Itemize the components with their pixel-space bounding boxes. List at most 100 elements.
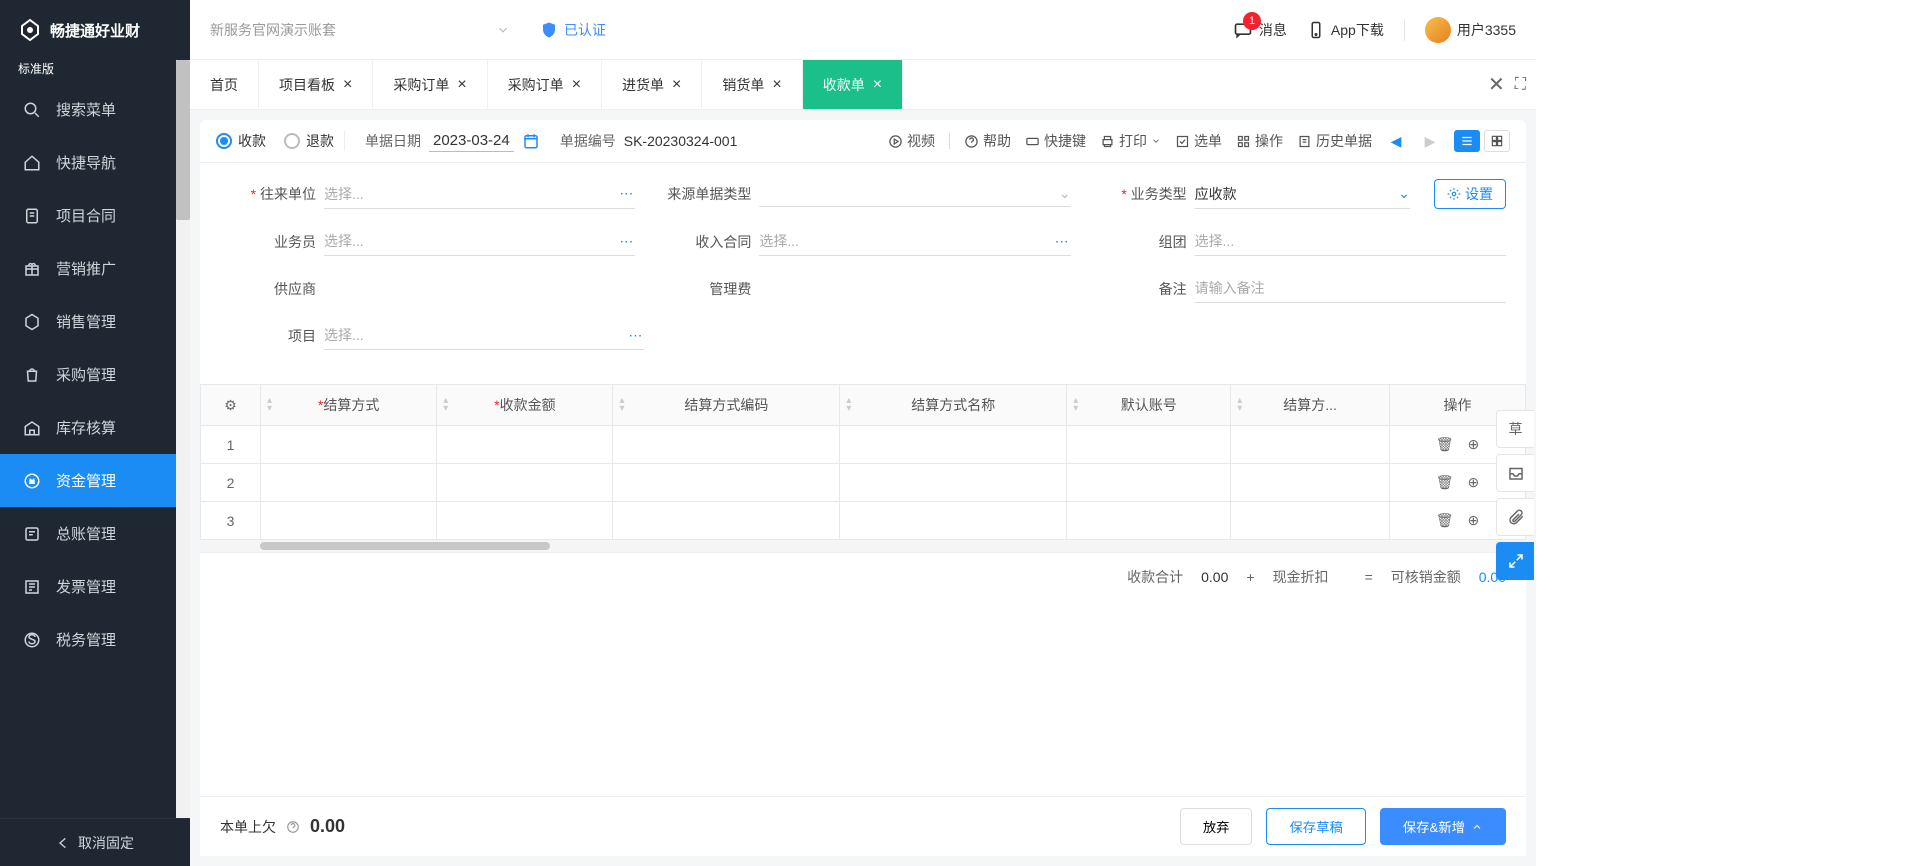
date-input[interactable]: 2023-03-24 xyxy=(429,130,514,152)
group-input[interactable]: 选择... xyxy=(1195,227,1506,256)
sidebar-item-search[interactable]: 搜索菜单 xyxy=(0,83,190,136)
project-input[interactable]: 选择...⋯ xyxy=(324,321,644,350)
home-icon xyxy=(22,153,42,173)
sidebar-item-inventory[interactable]: 库存核算 xyxy=(0,401,190,454)
mgmt-fee-input[interactable] xyxy=(759,276,1070,302)
sidebar-scrollbar[interactable] xyxy=(176,60,190,818)
salesman-input[interactable]: 选择...⋯ xyxy=(324,227,635,256)
source-type-label: 来源单据类型 xyxy=(655,184,751,204)
col-settlement-name[interactable]: ▴▾结算方式名称 xyxy=(840,385,1067,426)
dock-fullscreen[interactable] xyxy=(1496,542,1534,580)
radio-receive[interactable]: 收款 xyxy=(216,131,266,151)
tool-select[interactable]: 选单 xyxy=(1175,131,1222,151)
document-header: 收款 退款 单据日期 2023-03-24 单据编号 SK-20230324-0… xyxy=(200,120,1526,163)
close-icon[interactable]: × xyxy=(672,76,681,94)
supplier-input[interactable] xyxy=(324,276,635,302)
tool-video[interactable]: 视频 xyxy=(888,131,935,151)
topbar: 新服务官网演示账套 已认证 1 消息 App下载 xyxy=(190,0,1536,60)
tool-help[interactable]: 帮助 xyxy=(964,131,1011,151)
tool-operate[interactable]: 操作 xyxy=(1236,131,1283,151)
add-icon[interactable]: ⊕ xyxy=(1468,474,1480,491)
expand-icon xyxy=(1507,552,1525,570)
tab-purchase-order-2[interactable]: 采购订单× xyxy=(488,60,602,109)
dock-inbox[interactable] xyxy=(1496,454,1534,492)
code-value: SK-20230324-001 xyxy=(624,133,738,149)
sidebar-item-quicknav[interactable]: 快捷导航 xyxy=(0,136,190,189)
sidebar-item-ledger[interactable]: 总账管理 xyxy=(0,507,190,560)
tab-home[interactable]: 首页 xyxy=(190,60,259,109)
view-list[interactable] xyxy=(1454,130,1480,152)
remark-label: 备注 xyxy=(1091,279,1187,299)
save-new-button[interactable]: 保存&新增 xyxy=(1380,808,1506,845)
col-settlement-method[interactable]: ▴▾*结算方式 xyxy=(261,385,437,426)
sidebar-item-purchase[interactable]: 采购管理 xyxy=(0,348,190,401)
close-icon[interactable]: × xyxy=(873,76,882,94)
col-settlement-extra[interactable]: ▴▾结算方... xyxy=(1231,385,1390,426)
partner-input[interactable]: 选择...⋯ xyxy=(324,180,635,209)
chevron-down-icon: ⌄ xyxy=(1059,185,1071,202)
horizontal-scrollbar[interactable] xyxy=(200,540,1526,552)
logo-icon xyxy=(18,18,42,42)
account-selector[interactable]: 新服务官网演示账套 xyxy=(210,20,510,40)
expand-icon[interactable]: ⛶ xyxy=(1515,76,1526,94)
col-receive-amount[interactable]: ▴▾*收款金额 xyxy=(437,385,613,426)
add-icon[interactable]: ⊕ xyxy=(1468,436,1480,453)
tab-purchase-order-1[interactable]: 采购订单× xyxy=(373,60,487,109)
close-icon[interactable]: × xyxy=(772,76,781,94)
tab-receipt[interactable]: 收款单× xyxy=(803,60,903,109)
sidebar-item-project-contract[interactable]: 项目合同 xyxy=(0,189,190,242)
nav-next[interactable]: ▶ xyxy=(1420,133,1440,150)
messages-button[interactable]: 1 消息 xyxy=(1233,20,1287,40)
tab-sales[interactable]: 销货单× xyxy=(702,60,802,109)
delete-icon[interactable]: 🗑 xyxy=(1436,512,1454,529)
col-default-account[interactable]: ▴▾默认账号 xyxy=(1067,385,1231,426)
help-icon[interactable] xyxy=(286,820,300,834)
remark-input[interactable]: 请输入备注 xyxy=(1195,274,1506,303)
dock-attach[interactable] xyxy=(1496,498,1534,536)
brand-logo: 畅捷通好业财 xyxy=(0,0,190,60)
save-draft-button[interactable]: 保存草稿 xyxy=(1266,808,1365,845)
tool-print[interactable]: 打印 xyxy=(1100,131,1161,151)
col-settlement-code[interactable]: ▴▾结算方式编码 xyxy=(613,385,840,426)
radio-refund[interactable]: 退款 xyxy=(284,131,334,151)
sidebar-item-funds[interactable]: 资金管理 xyxy=(0,454,190,507)
more-icon: ⋯ xyxy=(619,233,635,250)
sidebar-unpin[interactable]: 取消固定 xyxy=(0,818,190,866)
tab-project-kanban[interactable]: 项目看板× xyxy=(259,60,373,109)
table-row[interactable]: 2🗑⊕ xyxy=(201,464,1526,502)
settings-button[interactable]: 设置 xyxy=(1434,179,1506,209)
app-download-button[interactable]: App下载 xyxy=(1307,20,1384,40)
biz-type-input[interactable]: 应收款⌄ xyxy=(1195,180,1410,209)
calendar-icon[interactable] xyxy=(522,132,540,150)
close-icon[interactable]: × xyxy=(457,76,466,94)
discard-button[interactable]: 放弃 xyxy=(1180,808,1253,845)
sidebar-item-marketing[interactable]: 营销推广 xyxy=(0,242,190,295)
delete-icon[interactable]: 🗑 xyxy=(1436,474,1454,491)
dock-draft[interactable]: 草 xyxy=(1496,410,1534,448)
settlement-table: ⚙ ▴▾*结算方式 ▴▾*收款金额 ▴▾结算方式编码 ▴▾结算方式名称 ▴▾默认… xyxy=(200,384,1526,796)
sidebar-item-tax[interactable]: 税务管理 xyxy=(0,613,190,666)
tool-hotkey[interactable]: 快捷键 xyxy=(1025,131,1086,151)
contract-input[interactable]: 选择...⋯ xyxy=(759,227,1070,256)
tool-history[interactable]: 历史单据 xyxy=(1297,131,1372,151)
chevron-down-icon xyxy=(1151,136,1161,146)
add-icon[interactable]: ⊕ xyxy=(1468,512,1480,529)
table-row[interactable]: 1🗑⊕ xyxy=(201,426,1526,464)
sidebar-item-sales[interactable]: 销售管理 xyxy=(0,295,190,348)
user-menu[interactable]: 用户3355 xyxy=(1425,17,1516,43)
nav-prev[interactable]: ◀ xyxy=(1386,133,1406,150)
unpin-icon xyxy=(56,835,72,851)
inbox-icon xyxy=(1507,464,1525,482)
delete-icon[interactable]: 🗑 xyxy=(1436,436,1454,453)
view-card[interactable] xyxy=(1484,130,1510,152)
gear-icon[interactable]: ⚙ xyxy=(224,397,237,413)
close-icon[interactable]: × xyxy=(343,76,352,94)
table-row[interactable]: 3🗑⊕ xyxy=(201,502,1526,540)
source-type-input[interactable]: ⌄ xyxy=(759,181,1070,207)
history-icon xyxy=(1297,134,1312,149)
close-all-tabs[interactable]: ✕ xyxy=(1488,72,1505,97)
close-icon[interactable]: × xyxy=(572,76,581,94)
right-dock: 草 xyxy=(1496,410,1536,580)
sidebar-item-invoice[interactable]: 发票管理 xyxy=(0,560,190,613)
tab-receiving[interactable]: 进货单× xyxy=(602,60,702,109)
